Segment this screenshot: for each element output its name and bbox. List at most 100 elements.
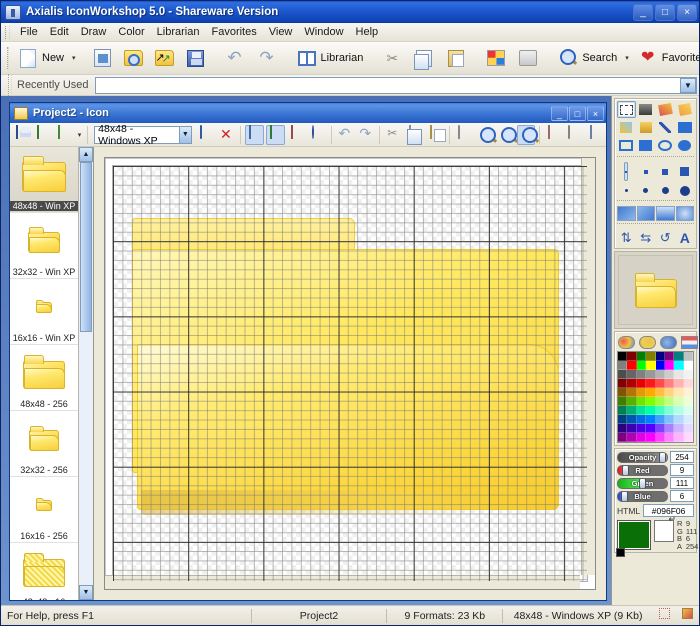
minimize-button[interactable]: _	[633, 4, 653, 21]
search-folder-button[interactable]	[118, 45, 149, 71]
palette-color-cell[interactable]	[646, 433, 655, 442]
palette-color-cell[interactable]	[656, 415, 665, 424]
stamp-tool[interactable]	[637, 101, 656, 118]
palette-color-cell[interactable]	[618, 388, 627, 397]
palette-color-cell[interactable]	[646, 370, 655, 379]
palette-color-cell[interactable]	[637, 415, 646, 424]
recently-used-grip[interactable]	[8, 74, 12, 96]
format-item-32x32-256[interactable]: 32x32 - 256	[10, 411, 78, 477]
save-icon-button[interactable]	[13, 125, 32, 145]
toggle-alpha-button[interactable]	[308, 125, 327, 145]
blue-knob[interactable]	[621, 491, 628, 502]
palette-color-cell[interactable]	[665, 424, 674, 433]
palette-color-cell[interactable]	[618, 397, 627, 406]
palette-color-cell[interactable]	[627, 379, 636, 388]
filled-ellipse-tool[interactable]	[676, 137, 695, 154]
palette-color-cell[interactable]	[637, 406, 646, 415]
palette-color-cell[interactable]	[646, 397, 655, 406]
green-value[interactable]: 111	[670, 477, 694, 489]
toggle-preview-button[interactable]	[245, 125, 264, 145]
brush-size-square-4[interactable]	[679, 162, 690, 181]
palette-color-cell[interactable]	[646, 361, 655, 370]
canvas-viewport[interactable]	[104, 157, 596, 590]
palette-color-cell[interactable]	[627, 415, 636, 424]
menu-librarian[interactable]: Librarian	[151, 24, 206, 40]
palette-color-cell[interactable]	[684, 415, 693, 424]
palette-color-cell[interactable]	[618, 352, 627, 361]
document-close-button[interactable]: ×	[587, 106, 604, 121]
palette-color-cell[interactable]	[665, 433, 674, 442]
line-tool[interactable]	[656, 119, 675, 136]
palette-color-cell[interactable]	[684, 406, 693, 415]
palette-tab-4[interactable]	[680, 335, 699, 350]
paste-button[interactable]	[440, 45, 472, 71]
format-item-32x32-winxp[interactable]: 32x32 - Win XP	[10, 213, 78, 279]
palette-color-cell[interactable]	[656, 433, 665, 442]
palette-color-cell[interactable]	[627, 433, 636, 442]
filled-rectangle-tool[interactable]	[676, 119, 695, 136]
brush-size-dot-1[interactable]	[624, 183, 629, 198]
blue-value[interactable]: 6	[670, 490, 694, 502]
palette-color-cell[interactable]	[618, 424, 627, 433]
palette-tab-1[interactable]	[617, 335, 636, 350]
palette-color-cell[interactable]	[637, 433, 646, 442]
palette-color-cell[interactable]	[637, 352, 646, 361]
palette-color-cell[interactable]	[656, 388, 665, 397]
brush-size-square-3[interactable]	[661, 162, 669, 181]
palette-color-cell[interactable]	[618, 415, 627, 424]
lock-button[interactable]	[586, 125, 605, 145]
gradient-3-swatch[interactable]	[656, 206, 675, 221]
properties-button[interactable]	[544, 125, 563, 145]
green-slider[interactable]: Green	[617, 478, 668, 489]
menu-file[interactable]: File	[14, 24, 44, 40]
recently-used-combo[interactable]: ▼	[95, 77, 697, 94]
chevron-down-icon[interactable]: ▼	[179, 127, 192, 143]
menu-edit[interactable]: Edit	[44, 24, 75, 40]
zoom-out-button[interactable]	[496, 125, 515, 145]
palette-color-cell[interactable]	[665, 397, 674, 406]
search-dropdown-caret[interactable]: ▾	[622, 54, 632, 62]
editor-cut-button[interactable]: ✂	[384, 125, 403, 145]
palette-color-cell[interactable]	[627, 388, 636, 397]
palette-color-cell[interactable]	[656, 361, 665, 370]
magnifier-button[interactable]	[517, 125, 536, 145]
format-item-48x48-16[interactable]: 48x48 - 16	[10, 543, 78, 600]
cut-button[interactable]: ✂	[376, 45, 408, 71]
select-rectangle-tool[interactable]	[617, 101, 636, 118]
undo-button[interactable]: ↶	[219, 45, 251, 71]
text-tool[interactable]: A	[679, 229, 691, 246]
palette-color-cell[interactable]	[646, 352, 655, 361]
toolbar-grip[interactable]	[7, 47, 9, 69]
palette-color-cell[interactable]	[656, 379, 665, 388]
delete-format-button[interactable]: ✕	[217, 125, 236, 145]
palette-color-cell[interactable]	[627, 397, 636, 406]
palette-color-cell[interactable]	[665, 415, 674, 424]
brush-size-square-2[interactable]	[643, 162, 649, 181]
green-knob[interactable]	[639, 478, 646, 489]
palette-color-cell[interactable]	[656, 406, 665, 415]
format-combo[interactable]: 48x48 - Windows XP ▼	[94, 126, 192, 144]
macos-icon-button[interactable]	[512, 45, 544, 71]
palette-color-cell[interactable]	[656, 352, 665, 361]
scroll-up-button[interactable]: ▲	[79, 147, 93, 162]
flip-horizontal-tool[interactable]: ⇆	[639, 229, 652, 246]
palette-color-cell[interactable]	[627, 406, 636, 415]
palette-color-cell[interactable]	[674, 415, 683, 424]
palette-color-cell[interactable]	[665, 352, 674, 361]
menu-view[interactable]: View	[263, 24, 299, 40]
palette-button[interactable]	[454, 125, 473, 145]
palette-color-cell[interactable]	[646, 388, 655, 397]
red-knob[interactable]	[622, 465, 629, 476]
new-document-dropdown-caret[interactable]: ▾	[69, 54, 79, 62]
pixel-canvas[interactable]	[112, 165, 588, 582]
palette-color-cell[interactable]	[618, 370, 627, 379]
format-list[interactable]: 48x48 - Win XP 32x32 - Win XP	[10, 147, 78, 600]
foreground-color-swatch[interactable]	[617, 520, 651, 550]
close-button[interactable]: ×	[677, 4, 697, 21]
rotate-tool[interactable]: ↺	[659, 229, 672, 246]
palette-color-cell[interactable]	[684, 397, 693, 406]
brush-size-square-1[interactable]	[624, 162, 628, 181]
gradient-1-swatch[interactable]	[617, 206, 636, 221]
opacity-slider[interactable]: Opacity	[617, 452, 668, 463]
palette-color-cell[interactable]	[674, 424, 683, 433]
